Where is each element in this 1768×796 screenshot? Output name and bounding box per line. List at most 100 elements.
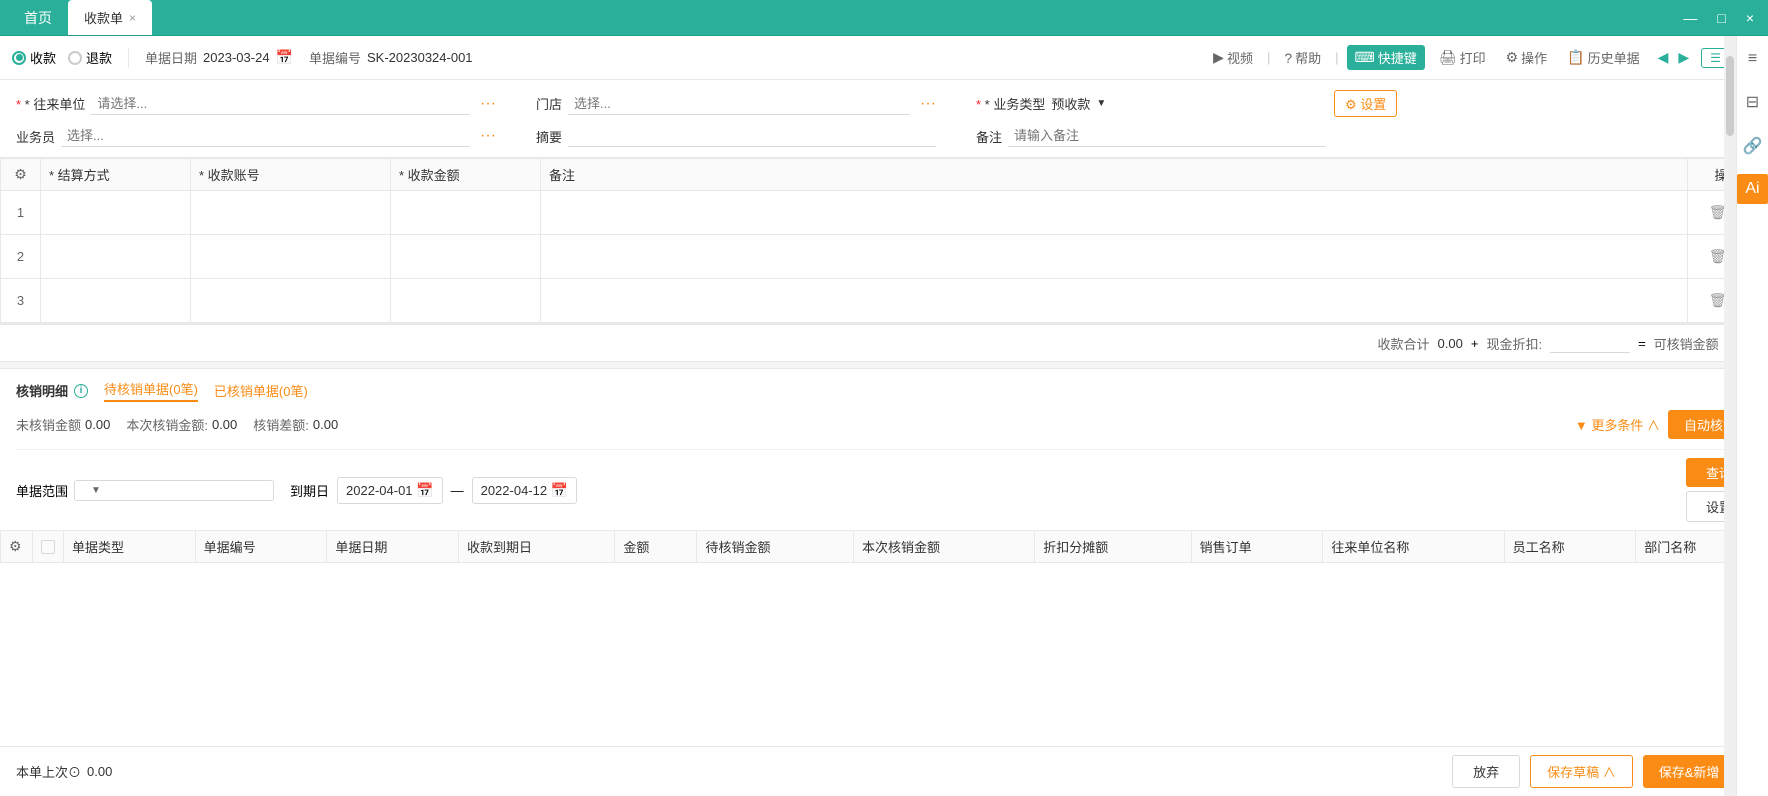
row-num-1: 1 bbox=[1, 191, 41, 235]
summary-input[interactable] bbox=[568, 125, 936, 147]
video-btn[interactable]: ▶ 视频 bbox=[1207, 46, 1259, 69]
sidebar-icon-1[interactable]: ≡ bbox=[1742, 44, 1763, 74]
print-icon: 🖨 bbox=[1439, 49, 1457, 66]
unverified-stat: 未核销金额 0.00 bbox=[16, 415, 110, 434]
current-value: 0.00 bbox=[212, 417, 237, 432]
row-amount-1[interactable] bbox=[391, 191, 541, 235]
bt-col-partner: 往来单位名称 bbox=[1323, 531, 1504, 563]
range-select[interactable]: ▼ bbox=[74, 480, 274, 501]
bt-select-all[interactable] bbox=[41, 540, 55, 554]
discard-btn[interactable]: 放弃 bbox=[1452, 755, 1520, 788]
row-notes-3[interactable] bbox=[541, 279, 1688, 323]
doc-num-value: SK-20230324-001 bbox=[367, 50, 473, 65]
bt-settings-icon[interactable]: ⚙ bbox=[9, 538, 22, 554]
radio-collect[interactable]: 收款 bbox=[12, 48, 56, 67]
col-settle-label: * 结算方式 bbox=[49, 168, 110, 183]
row-num-3: 3 bbox=[1, 279, 41, 323]
more-conditions-btn[interactable]: ▼ 更多条件 ∧ bbox=[1575, 415, 1660, 434]
tab-active[interactable]: 收款单 × bbox=[68, 0, 152, 35]
partner-more-icon[interactable]: ··· bbox=[480, 95, 496, 113]
tab-bar: 首页 收款单 × — □ × bbox=[0, 0, 1768, 36]
sidebar-ai-icon[interactable]: Ai bbox=[1737, 174, 1767, 204]
date-label: 单据日期 bbox=[145, 48, 197, 67]
bt-col-staff: 员工名称 bbox=[1504, 531, 1636, 563]
discount-input[interactable] bbox=[1550, 333, 1630, 353]
summary-field: 摘要 bbox=[536, 125, 936, 147]
radio-group: 收款 退款 bbox=[12, 48, 112, 67]
radio-refund[interactable]: 退款 bbox=[68, 48, 112, 67]
staff-field: 业务员 ··· bbox=[16, 125, 496, 147]
radio-refund-dot bbox=[68, 51, 82, 65]
bt-col-sales-order: 销售订单 bbox=[1191, 531, 1323, 563]
row-settle-1[interactable] bbox=[41, 191, 191, 235]
row-amount-2[interactable] bbox=[391, 235, 541, 279]
row-notes-1[interactable] bbox=[541, 191, 1688, 235]
footer-previous-value: 0.00 bbox=[87, 764, 112, 779]
notes-input[interactable] bbox=[1008, 125, 1326, 147]
calendar-icon[interactable]: 📅 bbox=[276, 49, 293, 66]
row-account-3[interactable] bbox=[191, 279, 391, 323]
row-account-1[interactable] bbox=[191, 191, 391, 235]
minimize-btn[interactable]: — bbox=[1677, 8, 1703, 28]
store-input[interactable] bbox=[568, 93, 910, 115]
staff-input[interactable] bbox=[61, 125, 470, 147]
history-icon: 📋 bbox=[1567, 49, 1584, 66]
help-icon: ? bbox=[1284, 50, 1292, 66]
nav-prev[interactable]: ◀ bbox=[1654, 47, 1673, 68]
diff-stat: 核销差额: 0.00 bbox=[253, 415, 338, 434]
summary-label: 摘要 bbox=[536, 127, 562, 146]
close-btn[interactable]: × bbox=[1740, 8, 1760, 28]
settings-button[interactable]: ⚙ 设置 bbox=[1334, 90, 1397, 117]
tab-home[interactable]: 首页 bbox=[8, 0, 68, 35]
print-btn[interactable]: 🖨 打印 bbox=[1433, 46, 1492, 69]
tab-pending[interactable]: 待核销单据(0笔) bbox=[104, 379, 198, 402]
range-label: 单据范围 bbox=[16, 481, 68, 500]
date-end-input[interactable]: 2022-04-12 📅 bbox=[472, 477, 578, 504]
diff-value: 0.00 bbox=[313, 417, 338, 432]
nav-next[interactable]: ▶ bbox=[1674, 47, 1693, 68]
date-start-input[interactable]: 2022-04-01 📅 bbox=[337, 477, 443, 504]
maximize-btn[interactable]: □ bbox=[1711, 8, 1731, 28]
partner-label: * 往来单位 bbox=[16, 94, 85, 113]
table-row: 1 🗑 ⊕ bbox=[1, 191, 1768, 235]
date-start-calendar[interactable]: 📅 bbox=[416, 482, 433, 498]
tab-done[interactable]: 已核销单据(0笔) bbox=[214, 381, 308, 400]
bt-col-doc-date: 单据日期 bbox=[327, 531, 459, 563]
date-end-calendar[interactable]: 📅 bbox=[551, 482, 568, 498]
row-notes-2[interactable] bbox=[541, 235, 1688, 279]
scrollbar[interactable] bbox=[1724, 36, 1736, 796]
row-num-2: 2 bbox=[1, 235, 41, 279]
data-table: ⚙ * 结算方式 * 收款账号 * 收款金额 备注 操作 bbox=[0, 158, 1768, 323]
section-separator bbox=[0, 361, 1768, 369]
row-settle-2[interactable] bbox=[41, 235, 191, 279]
table-settings-icon[interactable]: ⚙ bbox=[14, 166, 27, 182]
radio-collect-dot bbox=[12, 51, 26, 65]
tab-close-icon[interactable]: × bbox=[129, 11, 136, 25]
table-row: 2 🗑 ⊕ bbox=[1, 235, 1768, 279]
draft-btn[interactable]: 保存草稿 ∧ bbox=[1530, 755, 1633, 788]
sidebar-icon-3[interactable]: 🔗 bbox=[1737, 130, 1768, 162]
date-range: 到期日 2022-04-01 📅 — 2022-04-12 📅 bbox=[290, 477, 577, 504]
business-type-select[interactable]: 预收款 ▼ bbox=[1051, 94, 1106, 113]
partner-input[interactable] bbox=[91, 93, 470, 115]
staff-label: 业务员 bbox=[16, 127, 55, 146]
shortcut-btn[interactable]: ⌨ 快捷键 bbox=[1347, 45, 1425, 70]
row-settle-3[interactable] bbox=[41, 279, 191, 323]
sidebar-icon-2[interactable]: ⊟ bbox=[1740, 86, 1765, 118]
help-btn[interactable]: ? 帮助 bbox=[1278, 46, 1327, 69]
row-account-2[interactable] bbox=[191, 235, 391, 279]
bt-col-settings: ⚙ bbox=[1, 531, 33, 563]
video-label: 视频 bbox=[1227, 48, 1253, 67]
business-type-field: * 业务类型 预收款 ▼ bbox=[976, 94, 1326, 113]
store-more-icon[interactable]: ··· bbox=[920, 95, 936, 113]
sum-label: 收款合计 bbox=[1378, 334, 1430, 353]
unverified-value: 0.00 bbox=[85, 417, 110, 432]
right-sidebar: ≡ ⊟ 🔗 Ai bbox=[1736, 36, 1768, 796]
scrollbar-thumb[interactable] bbox=[1726, 56, 1734, 136]
business-type-value: 预收款 bbox=[1051, 94, 1090, 113]
operation-btn[interactable]: ⚙ 操作 bbox=[1500, 46, 1554, 69]
writeoff-info-icon[interactable]: i bbox=[74, 384, 88, 398]
row-amount-3[interactable] bbox=[391, 279, 541, 323]
staff-more-icon[interactable]: ··· bbox=[480, 127, 496, 145]
history-btn[interactable]: 📋 历史单据 bbox=[1561, 46, 1645, 69]
